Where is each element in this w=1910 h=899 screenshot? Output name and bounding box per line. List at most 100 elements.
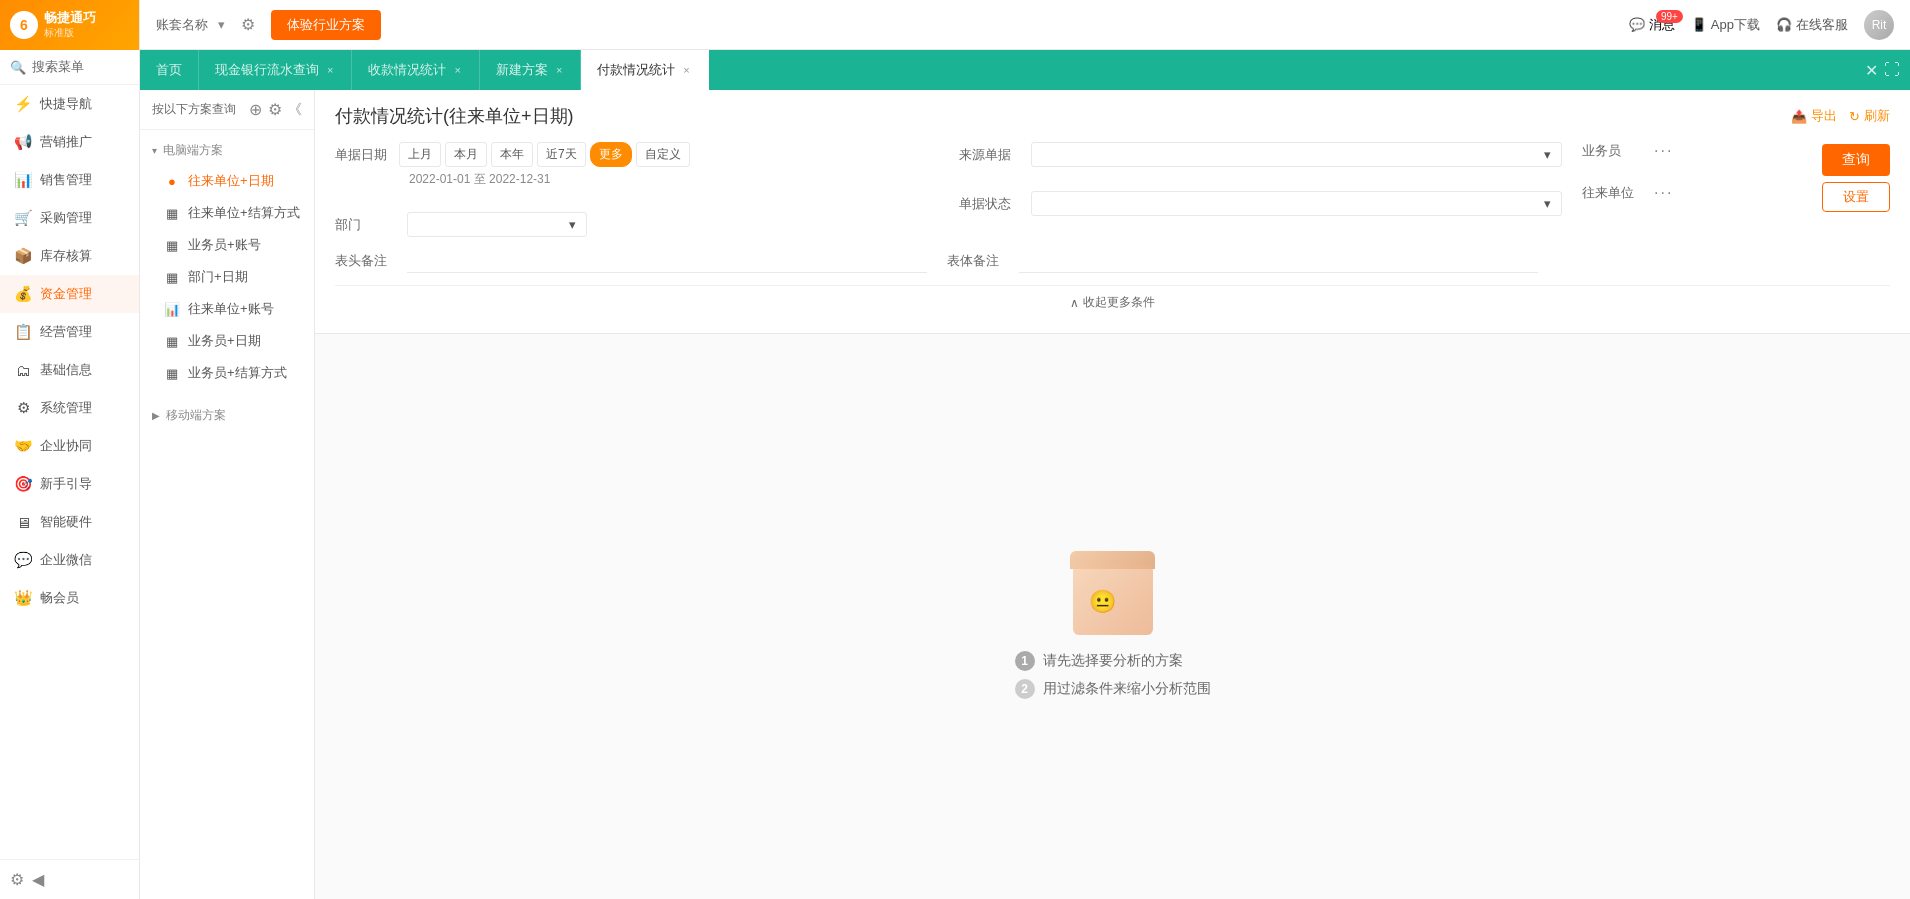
sidebar-item-quick-nav[interactable]: ⚡ 快捷导航 xyxy=(0,85,139,123)
sidebar-item-business[interactable]: 📋 经营管理 xyxy=(0,313,139,351)
app-download-button[interactable]: 📱 App下载 xyxy=(1691,16,1760,34)
sidebar-item-sales[interactable]: 📊 销售管理 xyxy=(0,161,139,199)
date-btn-last-month[interactable]: 上月 xyxy=(399,142,441,167)
tab-pay-stat-label: 付款情况统计 xyxy=(597,61,675,79)
date-btn-7days[interactable]: 近7天 xyxy=(537,142,586,167)
scheme-settings-icon[interactable]: ⚙ xyxy=(268,100,282,119)
source-select[interactable]: ▾ xyxy=(1031,142,1563,167)
scheme-group-mobile: ▶ 移动端方案 xyxy=(140,395,314,436)
tab-bank-close-icon[interactable]: × xyxy=(325,62,335,78)
scheme-group-mobile-arrow-icon: ▶ xyxy=(152,410,160,421)
refresh-button[interactable]: ↻ 刷新 xyxy=(1849,107,1890,125)
tab-payment-stat-close-icon[interactable]: × xyxy=(452,62,462,78)
sidebar-item-capital[interactable]: 💰 资金管理 xyxy=(0,275,139,313)
scheme-item-label-1: 往来单位+结算方式 xyxy=(188,204,300,222)
scheme-item-3[interactable]: ▦ 部门+日期 xyxy=(140,261,314,293)
dept-select[interactable]: ▾ xyxy=(407,212,587,237)
settings-bottom-icon[interactable]: ⚙ xyxy=(10,870,24,889)
enterprise-icon: 🤝 xyxy=(14,437,32,455)
sidebar-item-label: 企业微信 xyxy=(40,551,92,569)
export-button[interactable]: 📤 导出 xyxy=(1791,107,1837,125)
tab-bank-label: 现金银行流水查询 xyxy=(215,61,319,79)
inventory-icon: 📦 xyxy=(14,247,32,265)
tabbar-maximize-button[interactable]: ⛶ xyxy=(1884,61,1900,79)
tabbar-close-all-button[interactable]: ✕ xyxy=(1865,61,1878,80)
header-note-input[interactable] xyxy=(407,249,927,273)
scheme-group-mobile-label: 移动端方案 xyxy=(166,407,226,424)
sidebar-item-label: 销售管理 xyxy=(40,171,92,189)
topbar-gear-icon[interactable]: ⚙ xyxy=(241,15,255,34)
collapse-more-button[interactable]: ∧ 收起更多条件 xyxy=(335,285,1890,319)
tab-new-scheme[interactable]: 新建方案 × xyxy=(480,50,581,90)
date-btn-custom[interactable]: 自定义 xyxy=(636,142,690,167)
sidebar-item-label: 采购管理 xyxy=(40,209,92,227)
scheme-collapse-icon[interactable]: 《 xyxy=(288,101,302,119)
scheme-group-arrow-icon: ▾ xyxy=(152,145,157,156)
purchase-icon: 🛒 xyxy=(14,209,32,227)
tab-bank[interactable]: 现金银行流水查询 × xyxy=(199,50,352,90)
scheme-item-2[interactable]: ▦ 业务员+账号 xyxy=(140,229,314,261)
sidebar-item-inventory[interactable]: 📦 库存核算 xyxy=(0,237,139,275)
scheme-item-6[interactable]: ▦ 业务员+结算方式 xyxy=(140,357,314,389)
body-note-input[interactable] xyxy=(1019,249,1539,273)
tab-home[interactable]: 首页 xyxy=(140,50,199,90)
scheme-item-label-3: 部门+日期 xyxy=(188,268,248,286)
scheme-item-1[interactable]: ▦ 往来单位+结算方式 xyxy=(140,197,314,229)
account-chevron-icon[interactable]: ▾ xyxy=(218,17,225,32)
sidebar-item-label: 库存核算 xyxy=(40,247,92,265)
scheme-group-desktop-title[interactable]: ▾ 电脑端方案 xyxy=(140,136,314,165)
tabbar: 首页 现金银行流水查询 × 收款情况统计 × 新建方案 × 付款情况统计 × ✕… xyxy=(140,50,1910,90)
avatar-text: Rit xyxy=(1872,18,1887,32)
scheme-item-label-2: 业务员+账号 xyxy=(188,236,261,254)
sidebar-item-label: 资金管理 xyxy=(40,285,92,303)
date-btn-this-month[interactable]: 本月 xyxy=(445,142,487,167)
app-icon: 📱 xyxy=(1691,17,1707,32)
agent-dots-button[interactable]: ··· xyxy=(1654,142,1673,160)
scheme-item-4[interactable]: 📊 往来单位+账号 xyxy=(140,293,314,325)
date-btn-this-year[interactable]: 本年 xyxy=(491,142,533,167)
online-service-button[interactable]: 🎧 在线客服 xyxy=(1776,16,1848,34)
query-button[interactable]: 查询 xyxy=(1822,144,1890,176)
date-btn-more[interactable]: 更多 xyxy=(590,142,632,167)
tab-new-scheme-close-icon[interactable]: × xyxy=(554,62,564,78)
empty-face-icon: 😐 xyxy=(1089,589,1116,615)
collapse-sidebar-icon[interactable]: ◀ xyxy=(32,870,44,889)
sidebar-item-hardware[interactable]: 🖥 智能硬件 xyxy=(0,503,139,541)
sidebar-item-system[interactable]: ⚙ 系统管理 xyxy=(0,389,139,427)
docstatus-select[interactable]: ▾ xyxy=(1031,191,1563,216)
date-buttons: 上月 本月 本年 近7天 更多 自定义 xyxy=(399,142,690,167)
scheme-group-desktop: ▾ 电脑端方案 ● 往来单位+日期 ▦ 往来单位+结算方式 ▦ 业务员+账号 ▦ xyxy=(140,130,314,395)
export-icon: 📤 xyxy=(1791,109,1807,124)
sidebar-item-marketing[interactable]: 📢 营销推广 xyxy=(0,123,139,161)
tab-payment-stat[interactable]: 收款情况统计 × xyxy=(352,50,479,90)
contact-filter-label: 往来单位 xyxy=(1582,184,1638,202)
sidebar: 6 畅捷通巧 标准版 🔍 搜索菜单 ⚡ 快捷导航 📢 营销推广 📊 销售管理 🛒… xyxy=(0,0,140,899)
contact-dots-button[interactable]: ··· xyxy=(1654,184,1673,202)
sidebar-search[interactable]: 🔍 搜索菜单 xyxy=(0,50,139,85)
sidebar-item-guide[interactable]: 🎯 新手引导 xyxy=(0,465,139,503)
logo-text: 畅捷通巧 xyxy=(44,10,96,26)
scheme-item-5[interactable]: ▦ 业务员+日期 xyxy=(140,325,314,357)
user-avatar[interactable]: Rit xyxy=(1864,10,1894,40)
date-range-text: 2022-01-01 至 2022-12-31 xyxy=(409,172,550,186)
tab-pay-stat[interactable]: 付款情况统计 × xyxy=(581,50,708,90)
tab-pay-stat-close-icon[interactable]: × xyxy=(681,62,691,78)
empty-hint-2: 2 用过滤条件来缩小分析范围 xyxy=(1015,679,1211,699)
message-button[interactable]: 💬 消息 99+ xyxy=(1629,16,1675,34)
message-badge: 99+ xyxy=(1656,10,1683,23)
scheme-item-label-0: 往来单位+日期 xyxy=(188,172,274,190)
settings-button[interactable]: 设置 xyxy=(1822,182,1890,212)
scheme-item-0[interactable]: ● 往来单位+日期 xyxy=(140,165,314,197)
sidebar-item-wechat[interactable]: 💬 企业微信 xyxy=(0,541,139,579)
trial-button[interactable]: 体验行业方案 xyxy=(271,10,381,40)
scheme-group-mobile-title[interactable]: ▶ 移动端方案 xyxy=(140,401,314,430)
sidebar-item-enterprise[interactable]: 🤝 企业协同 xyxy=(0,427,139,465)
filter-contact-row: 往来单位 ··· xyxy=(1582,184,1802,202)
sidebar-item-member[interactable]: 👑 畅会员 xyxy=(0,579,139,617)
tab-home-label: 首页 xyxy=(156,61,182,79)
sidebar-item-basic[interactable]: 🗂 基础信息 xyxy=(0,351,139,389)
wechat-icon: 💬 xyxy=(14,551,32,569)
scheme-add-icon[interactable]: ⊕ xyxy=(249,100,262,119)
sidebar-item-purchase[interactable]: 🛒 采购管理 xyxy=(0,199,139,237)
scheme-panel-header: 按以下方案查询 ⊕ ⚙ 《 xyxy=(140,90,314,130)
